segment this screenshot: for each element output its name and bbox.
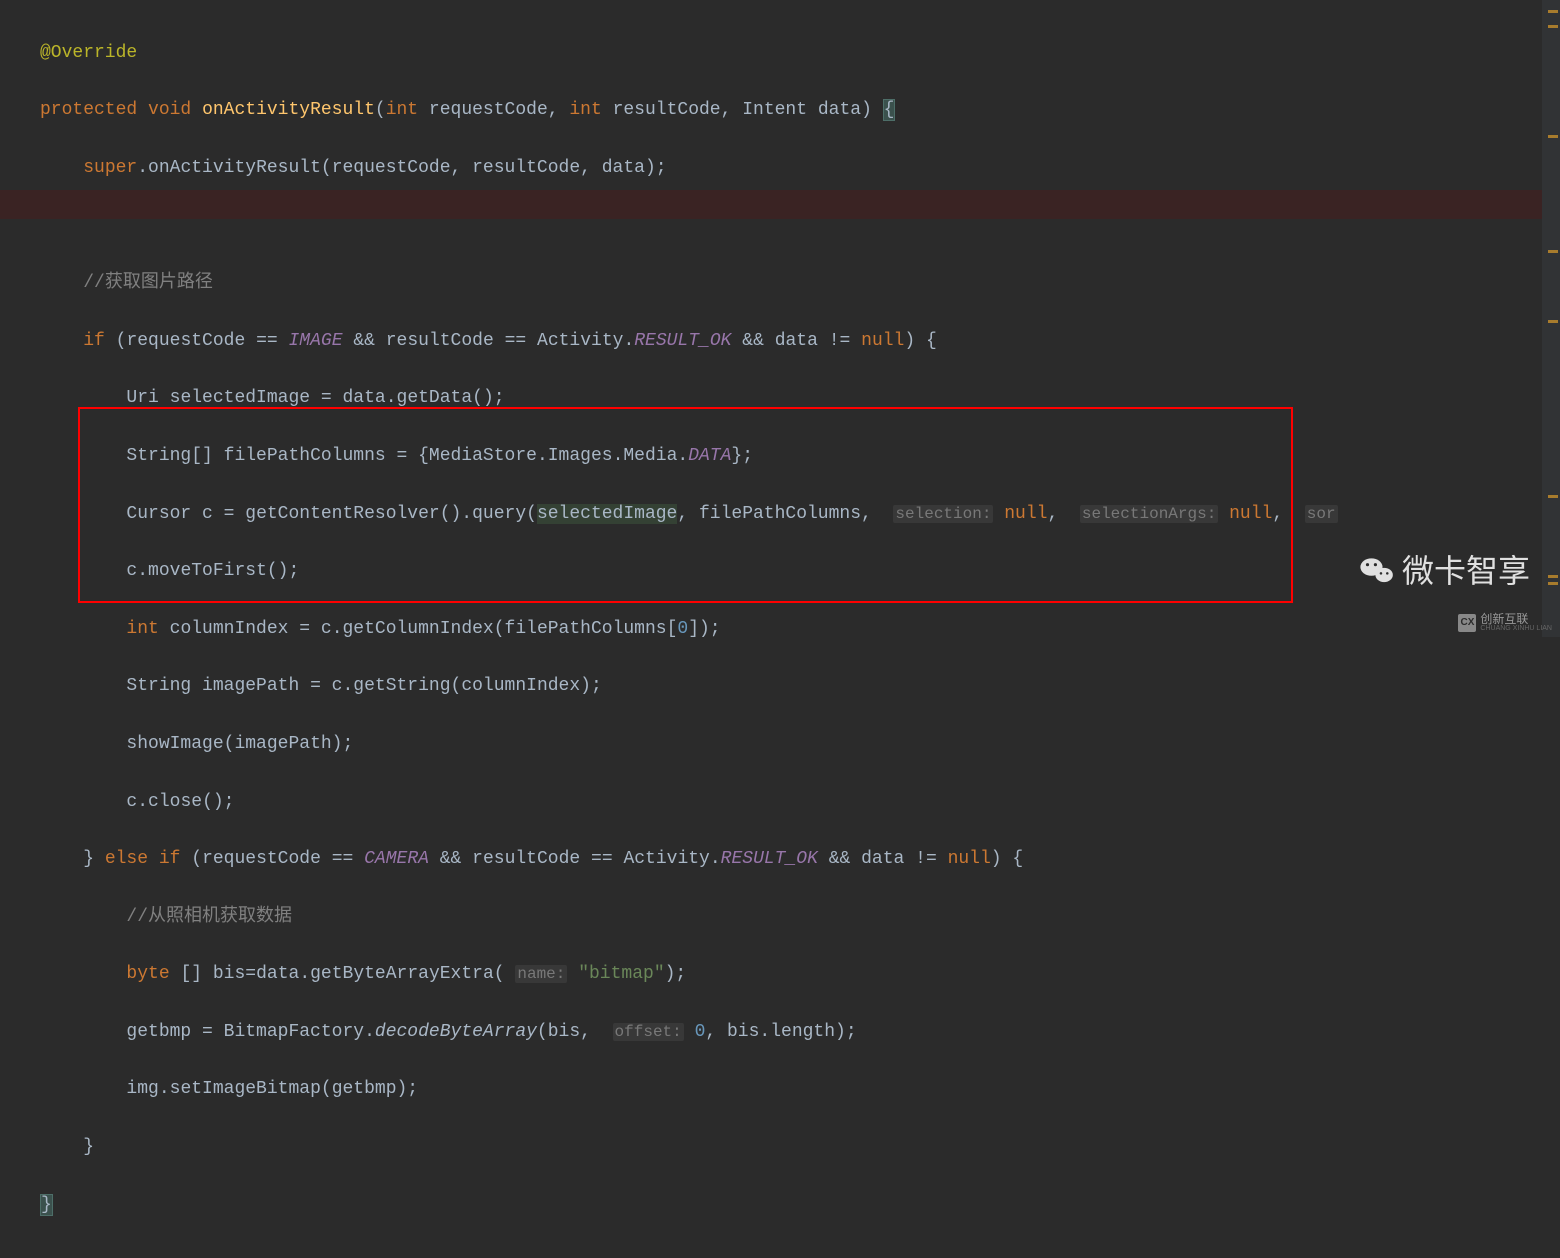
editor-gutter-right[interactable] (1542, 0, 1560, 637)
gutter-marker[interactable] (1548, 250, 1558, 253)
code-line: getbmp = BitmapFactory.decodeByteArray(b… (40, 1018, 1560, 1047)
code-line: String imagePath = c.getString(columnInd… (40, 672, 1560, 701)
code-line (40, 212, 1560, 241)
wechat-icon (1358, 552, 1396, 590)
code-line: byte [] bis=data.getByteArrayExtra( name… (40, 960, 1560, 989)
code-line: Uri selectedImage = data.getData(); (40, 384, 1560, 413)
gutter-marker[interactable] (1548, 320, 1558, 323)
gutter-marker[interactable] (1548, 495, 1558, 498)
gutter-marker[interactable] (1548, 575, 1558, 578)
code-line: c.moveToFirst(); (40, 557, 1560, 586)
code-line: //从照相机获取数据 (40, 903, 1560, 932)
gutter-marker[interactable] (1548, 10, 1558, 13)
code-line: img.setImageBitmap(getbmp); (40, 1075, 1560, 1104)
code-line: String[] filePathColumns = {MediaStore.I… (40, 442, 1560, 471)
code-line: } (40, 1191, 1560, 1220)
brace-close: } (40, 1194, 53, 1216)
code-editor[interactable]: @Override protected void onActivityResul… (0, 0, 1560, 1258)
gutter-marker[interactable] (1548, 582, 1558, 585)
code-line: Cursor c = getContentResolver().query(se… (40, 500, 1560, 529)
code-line: } (40, 1133, 1560, 1162)
brace-open: { (883, 99, 896, 121)
code-line: } else if (requestCode == CAMERA && resu… (40, 845, 1560, 874)
gutter-marker[interactable] (1548, 135, 1558, 138)
code-line: @Override (40, 39, 1560, 68)
code-line: //获取图片路径 (40, 269, 1560, 298)
code-line: super.onActivityResult(requestCode, resu… (40, 154, 1560, 183)
code-line: protected void onActivityResult(int requ… (40, 96, 1560, 125)
gutter-marker[interactable] (1548, 25, 1558, 28)
brand-icon: CX (1458, 614, 1476, 632)
watermark-brand: CX 创新互联 CHUANG XINHU LIAN (1458, 613, 1552, 632)
code-line: int columnIndex = c.getColumnIndex(fileP… (40, 615, 1560, 644)
code-line: if (requestCode == IMAGE && resultCode =… (40, 327, 1560, 356)
annotation-override: @Override (40, 43, 137, 63)
code-line: showImage(imagePath); (40, 730, 1560, 759)
code-line: c.close(); (40, 788, 1560, 817)
watermark-wechat: 微卡智享 (1358, 546, 1530, 597)
